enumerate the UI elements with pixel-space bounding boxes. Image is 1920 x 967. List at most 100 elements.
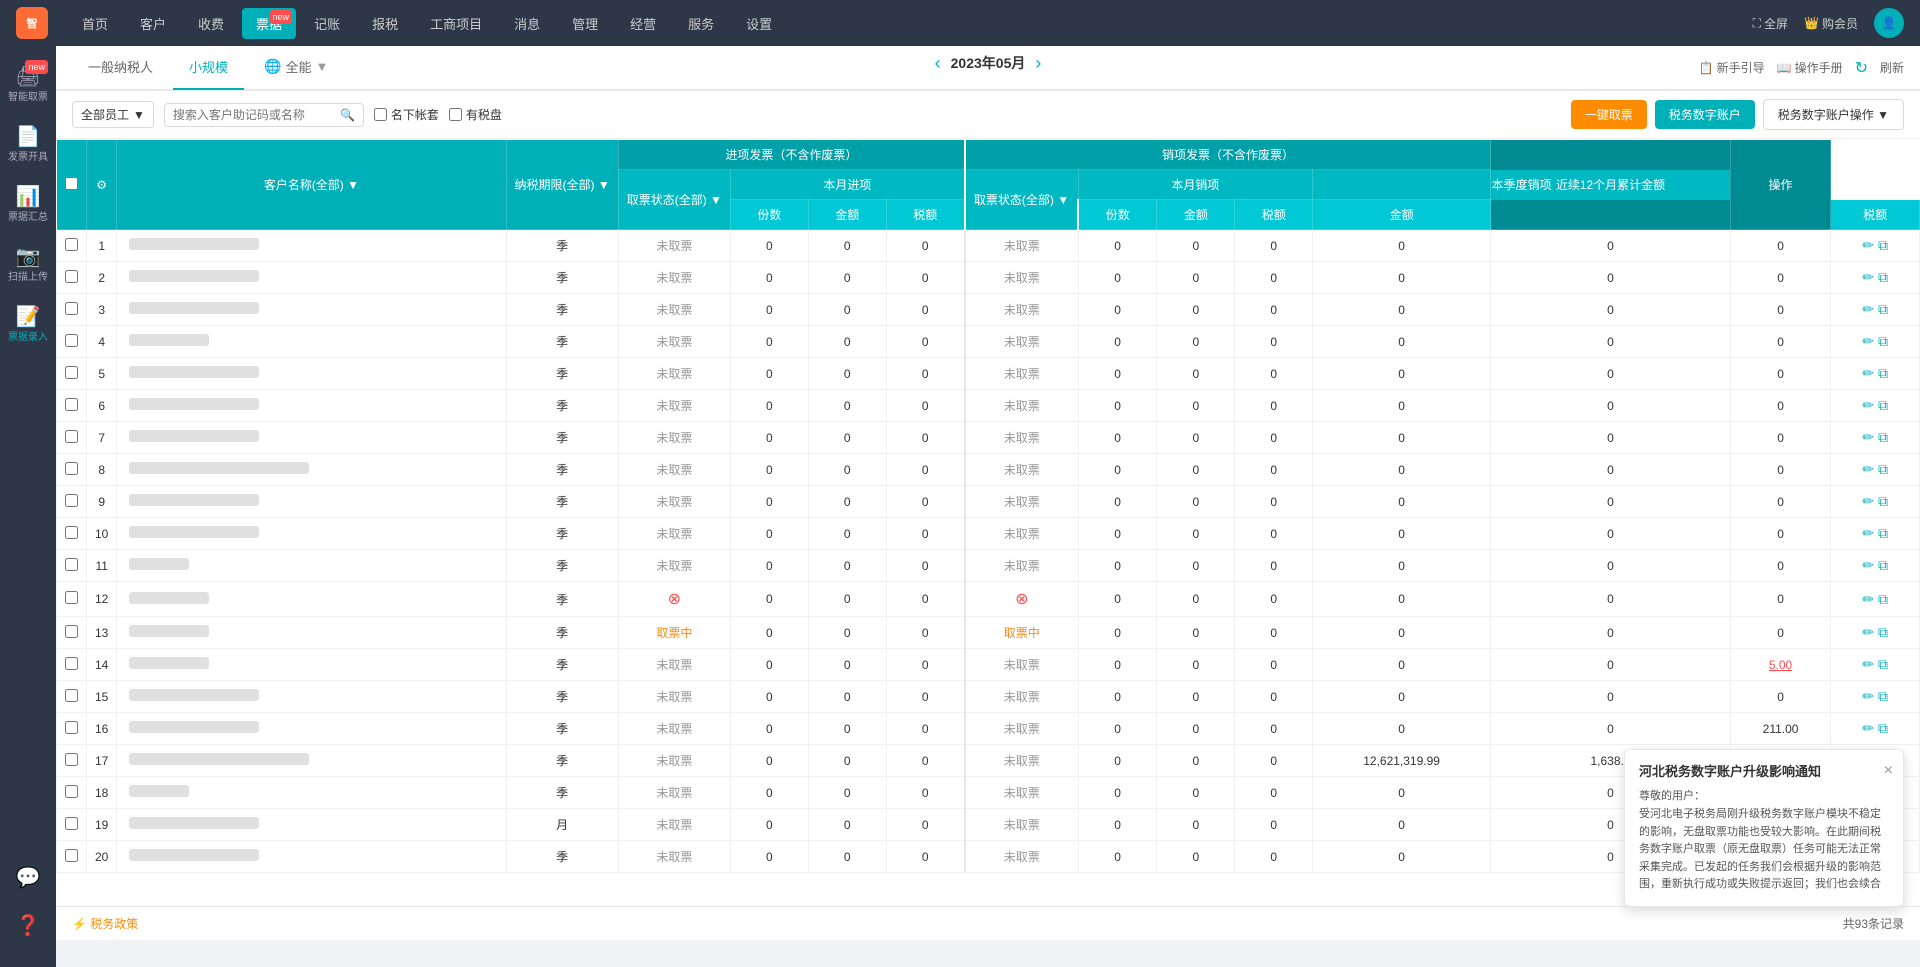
sidebar-item-invoice-open[interactable]: 📄 发票开具: [0, 114, 56, 174]
member-btn[interactable]: 👑 购会员: [1804, 15, 1858, 32]
tax-digital-btn[interactable]: 税务数字账户: [1655, 100, 1755, 129]
copy-icon[interactable]: ⧉: [1878, 525, 1888, 541]
edit-icon[interactable]: ✏: [1862, 429, 1874, 445]
new-guide-btn[interactable]: 📋 新手引导: [1699, 59, 1765, 76]
row-checkbox[interactable]: [57, 550, 87, 582]
nav-invoice[interactable]: 票据 new: [242, 8, 296, 39]
table-cell: 0: [808, 262, 886, 294]
sidebar-item-smart-ticket[interactable]: 🖨 智能取票 new: [0, 54, 56, 114]
tab-all[interactable]: 🌐 全能 ▼: [248, 46, 344, 90]
copy-icon[interactable]: ⧉: [1878, 624, 1888, 640]
nav-home[interactable]: 首页: [68, 8, 122, 39]
copy-icon[interactable]: ⧉: [1878, 333, 1888, 349]
nav-message[interactable]: 消息: [500, 8, 554, 39]
row-checkbox[interactable]: [57, 713, 87, 745]
row-checkbox[interactable]: [57, 230, 87, 262]
search-wrap: 🔍: [164, 103, 364, 127]
row-checkbox[interactable]: [57, 681, 87, 713]
row-checkbox[interactable]: [57, 745, 87, 777]
row-checkbox[interactable]: [57, 582, 87, 617]
edit-icon[interactable]: ✏: [1862, 333, 1874, 349]
select-all-cb[interactable]: [65, 177, 78, 190]
tax-policy-link[interactable]: ⚡ 税务政策: [72, 915, 138, 932]
edit-icon[interactable]: ✏: [1862, 720, 1874, 736]
edit-icon[interactable]: ✏: [1862, 493, 1874, 509]
nav-tax[interactable]: 报税: [358, 8, 412, 39]
row-checkbox[interactable]: [57, 777, 87, 809]
notification-close-btn[interactable]: ×: [1884, 758, 1893, 784]
copy-icon[interactable]: ⧉: [1878, 720, 1888, 736]
search-input[interactable]: [173, 108, 340, 122]
row-checkbox[interactable]: [57, 262, 87, 294]
row-checkbox[interactable]: [57, 486, 87, 518]
sidebar-chat[interactable]: 💬: [0, 855, 56, 903]
sidebar-item-ticket-entry[interactable]: 📝 票据录入: [0, 294, 56, 354]
sidebar-item-invoice-summary[interactable]: 📊 票据汇总: [0, 174, 56, 234]
edit-icon[interactable]: ✏: [1862, 397, 1874, 413]
check-tax-label[interactable]: 有税盘: [449, 106, 502, 123]
prev-month-btn[interactable]: ‹: [935, 54, 941, 72]
fullscreen-btn[interactable]: ⛶ 全屏: [1753, 15, 1788, 32]
copy-icon[interactable]: ⧉: [1878, 656, 1888, 672]
tab-general-taxpayer[interactable]: 一般纳税人: [72, 46, 169, 90]
row-checkbox[interactable]: [57, 809, 87, 841]
edit-icon[interactable]: ✏: [1862, 461, 1874, 477]
edit-icon[interactable]: ✏: [1862, 269, 1874, 285]
nav-manage[interactable]: 管理: [558, 8, 612, 39]
copy-icon[interactable]: ⧉: [1878, 557, 1888, 573]
edit-icon[interactable]: ✏: [1862, 624, 1874, 640]
employee-select[interactable]: 全部员工 ▼: [72, 101, 154, 128]
row-checkbox[interactable]: [57, 294, 87, 326]
edit-icon[interactable]: ✏: [1862, 301, 1874, 317]
check-tax-cb[interactable]: [449, 108, 462, 121]
nav-customer[interactable]: 客户: [126, 8, 180, 39]
copy-icon[interactable]: ⧉: [1878, 365, 1888, 381]
edit-icon[interactable]: ✏: [1862, 525, 1874, 541]
row-checkbox[interactable]: [57, 617, 87, 649]
sidebar-help[interactable]: ❓: [0, 903, 56, 951]
tab-small-scale[interactable]: 小规模: [173, 46, 244, 90]
copy-icon[interactable]: ⧉: [1878, 269, 1888, 285]
edit-icon[interactable]: ✏: [1862, 365, 1874, 381]
nav-business[interactable]: 工商项目: [416, 8, 496, 39]
row-checkbox[interactable]: [57, 518, 87, 550]
row-checkbox[interactable]: [57, 390, 87, 422]
nav-service[interactable]: 服务: [674, 8, 728, 39]
edit-icon[interactable]: ✏: [1862, 237, 1874, 253]
copy-icon[interactable]: ⧉: [1878, 237, 1888, 253]
copy-icon[interactable]: ⧉: [1878, 397, 1888, 413]
next-month-btn[interactable]: ›: [1035, 54, 1041, 72]
copy-icon[interactable]: ⧉: [1878, 461, 1888, 477]
copy-icon[interactable]: ⧉: [1878, 493, 1888, 509]
copy-icon[interactable]: ⧉: [1878, 429, 1888, 445]
nav-bookkeeping[interactable]: 记账: [300, 8, 354, 39]
search-icon[interactable]: 🔍: [340, 108, 355, 122]
edit-icon[interactable]: ✏: [1862, 557, 1874, 573]
tax-ops-btn[interactable]: 税务数字账户操作 ▼: [1763, 99, 1904, 130]
row-checkbox[interactable]: [57, 841, 87, 873]
edit-icon[interactable]: ✏: [1862, 656, 1874, 672]
row-checkbox[interactable]: [57, 422, 87, 454]
manual-btn[interactable]: 📖 操作手册: [1777, 59, 1843, 76]
copy-icon[interactable]: ⧉: [1878, 688, 1888, 704]
cum-amount: 211.00: [1730, 713, 1830, 745]
nav-settings[interactable]: 设置: [732, 8, 786, 39]
check-account-label[interactable]: 名下帐套: [374, 106, 439, 123]
row-checkbox[interactable]: [57, 649, 87, 681]
nav-fee[interactable]: 收费: [184, 8, 238, 39]
copy-icon[interactable]: ⧉: [1878, 301, 1888, 317]
user-avatar[interactable]: 👤: [1874, 8, 1904, 38]
edit-icon[interactable]: ✏: [1862, 688, 1874, 704]
table-cell: 7: [87, 422, 117, 454]
one-click-ticket-btn[interactable]: 一键取票: [1571, 100, 1647, 129]
sidebar-item-scan-upload[interactable]: 📷 扫描上传: [0, 234, 56, 294]
check-account-cb[interactable]: [374, 108, 387, 121]
edit-icon[interactable]: ✏: [1862, 591, 1874, 607]
copy-icon[interactable]: ⧉: [1878, 591, 1888, 607]
row-checkbox[interactable]: [57, 454, 87, 486]
row-checkbox[interactable]: [57, 358, 87, 390]
refresh-btn[interactable]: ↻: [1855, 58, 1868, 78]
row-checkbox[interactable]: [57, 326, 87, 358]
nav-operation[interactable]: 经营: [616, 8, 670, 39]
table-cell: 0: [808, 809, 886, 841]
